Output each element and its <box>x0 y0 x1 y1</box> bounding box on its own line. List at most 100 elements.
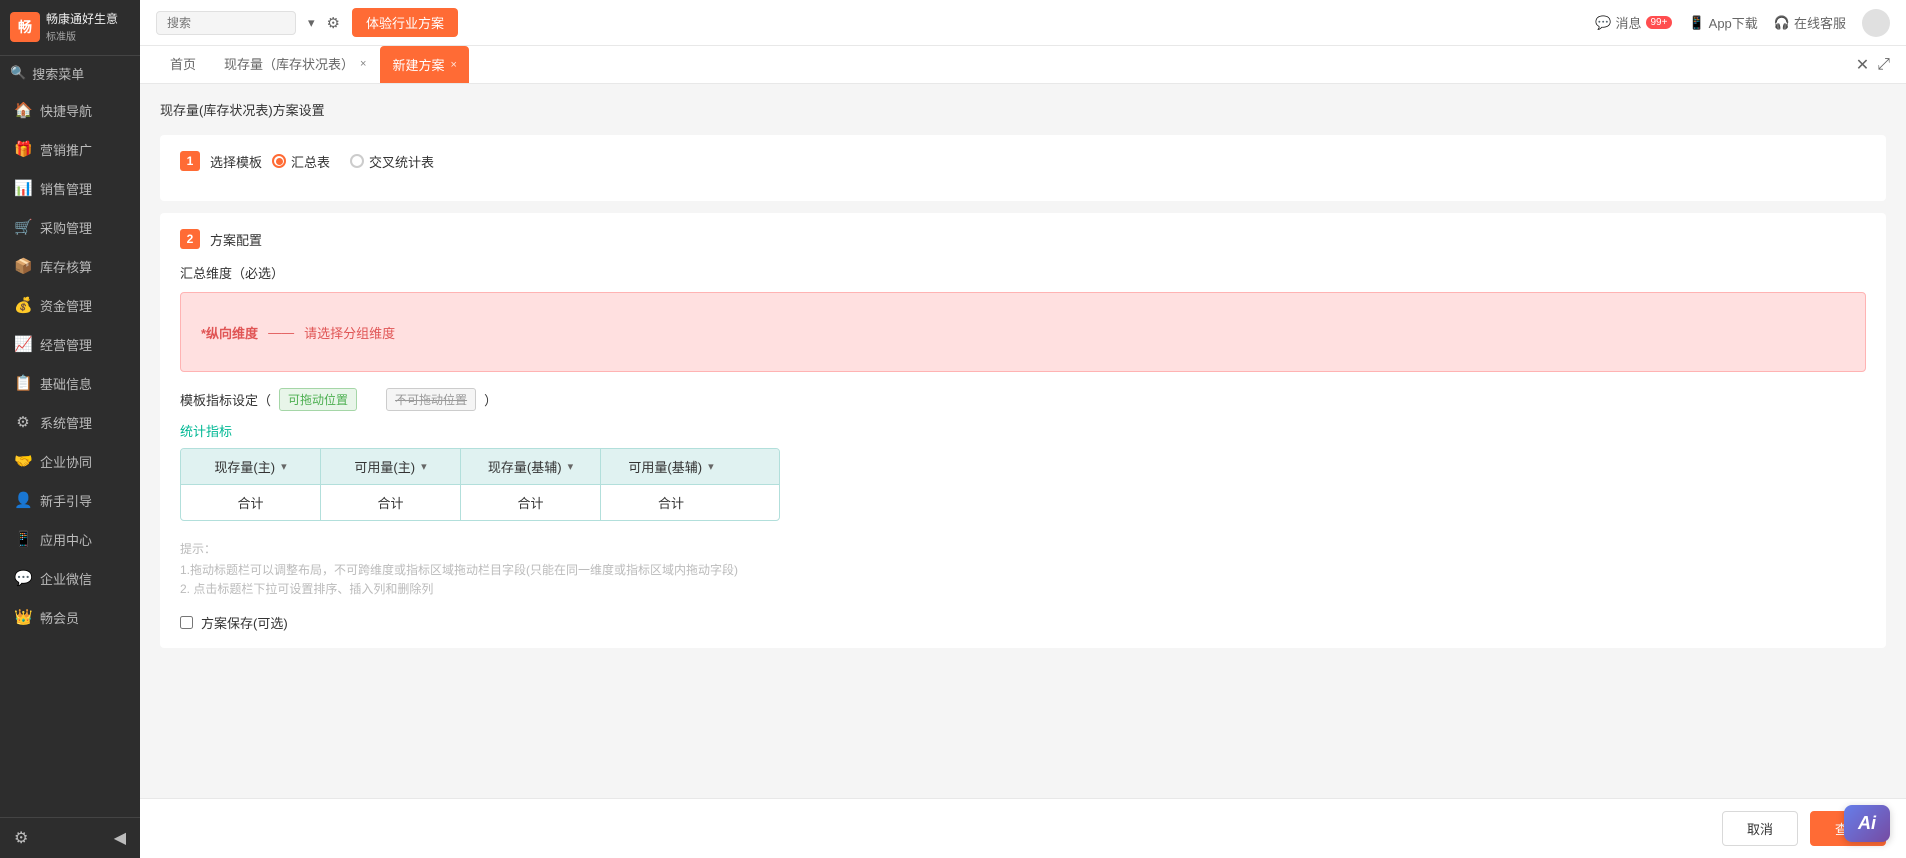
col4-chevron-icon: ▾ <box>708 460 714 473</box>
tab-close-button[interactable]: ✕ <box>1856 55 1869 75</box>
sidebar-item-inventory[interactable]: 📦 库存核算 <box>0 247 140 286</box>
chat-icon: 💬 <box>14 569 32 587</box>
step1-number: 1 <box>180 151 200 171</box>
sidebar-item-purchase[interactable]: 🛒 采购管理 <box>0 208 140 247</box>
sidebar-item-quick-nav[interactable]: 🏠 快捷导航 <box>0 91 140 130</box>
topbar-dropdown-button[interactable]: ▾ <box>308 15 315 31</box>
stats-cell-1-1: 合计 <box>181 485 321 520</box>
tab-new-scheme[interactable]: 新建方案 × <box>380 46 468 83</box>
stats-col-header-4[interactable]: 可用量(基辅) ▾ <box>601 449 741 484</box>
mobile-icon: 📱 <box>1688 15 1704 31</box>
message-icon: 💬 <box>1595 15 1611 31</box>
chart-icon: 📊 <box>14 179 32 197</box>
gift-icon: 🎁 <box>14 140 32 158</box>
sidebar-search[interactable]: 🔍 搜索菜单 <box>0 56 140 91</box>
col4-label: 可用量(基辅) <box>628 457 702 476</box>
tab-bar: 首页 现存量（库存状况表） × 新建方案 × ✕ ⤢ <box>140 46 1906 84</box>
app-download-button[interactable]: 📱 App下载 <box>1688 13 1757 32</box>
indicator-separator <box>365 390 378 409</box>
col3-chevron-icon: ▾ <box>568 460 574 473</box>
stats-cell-1-4: 合计 <box>601 485 741 520</box>
radio-cross-table[interactable]: 交叉统计表 <box>350 152 434 171</box>
radio-summary-table[interactable]: 汇总表 <box>272 152 330 171</box>
non-draggable-label: 不可拖动位置 <box>395 391 467 408</box>
sidebar-item-sales[interactable]: 📊 销售管理 <box>0 169 140 208</box>
service-label: 在线客服 <box>1794 13 1846 32</box>
phone-icon: 📱 <box>14 530 32 548</box>
radio-summary-label: 汇总表 <box>291 152 330 171</box>
tip-1: 1.拖动标题栏可以调整布局，不可跨维度或指标区域拖动栏目字段(只能在同一维度或指… <box>180 561 1866 578</box>
tab-home[interactable]: 首页 <box>156 46 210 83</box>
draggable-position-tag: 可拖动位置 <box>279 388 357 411</box>
online-service-button[interactable]: 🎧 在线客服 <box>1774 13 1846 32</box>
non-draggable-position-tag: 不可拖动位置 <box>386 388 476 411</box>
sidebar-label-enterprise-wechat: 企业微信 <box>40 569 92 588</box>
tips-section: 提示： 1.拖动标题栏可以调整布局，不可跨维度或指标区域拖动栏目字段(只能在同一… <box>180 540 1866 597</box>
app-name-block: 畅康通好生意 标准版 <box>46 12 118 43</box>
home-icon: 🏠 <box>14 101 32 119</box>
template-radio-group: 汇总表 交叉统计表 <box>272 152 434 171</box>
stats-col-header-3[interactable]: 现存量(基辅) ▾ <box>461 449 601 484</box>
step2-header: 2 方案配置 <box>180 229 1866 249</box>
sidebar-item-vip[interactable]: 👑 畅会员 <box>0 598 140 637</box>
clipboard-icon: 📋 <box>14 374 32 392</box>
sidebar-item-marketing[interactable]: 🎁 营销推广 <box>0 130 140 169</box>
sidebar-item-enterprise-wechat[interactable]: 💬 企业微信 <box>0 559 140 598</box>
sidebar-item-app-center[interactable]: 📱 应用中心 <box>0 520 140 559</box>
app-edition: 标准版 <box>46 28 118 43</box>
tab-new-scheme-label: 新建方案 <box>392 55 444 74</box>
col2-label: 可用量(主) <box>354 457 415 476</box>
topbar-search-input[interactable] <box>156 11 296 35</box>
step2-number: 2 <box>180 229 200 249</box>
cart-icon: 🛒 <box>14 218 32 236</box>
tab-inventory-status[interactable]: 现存量（库存状况表） × <box>210 46 380 83</box>
radio-cross-dot <box>350 154 364 168</box>
sidebar-item-cooperation[interactable]: 🤝 企业协同 <box>0 442 140 481</box>
sidebar-item-operations[interactable]: 📈 经营管理 <box>0 325 140 364</box>
radio-cross-label: 交叉统计表 <box>369 152 434 171</box>
dimension-drop-area[interactable]: *纵向维度 —— 请选择分组维度 <box>180 292 1866 372</box>
stats-table: 现存量(主) ▾ 可用量(主) ▾ 现存量(基辅) ▾ 可用量(基辅) <box>180 448 780 521</box>
tab-inventory-close-icon[interactable]: × <box>360 58 366 70</box>
step1-section: 1 选择模板 汇总表 交叉统计表 <box>160 135 1886 201</box>
sidebar: 畅 畅康通好生意 标准版 🔍 搜索菜单 🏠 快捷导航 🎁 营销推广 📊 销售管理… <box>0 0 140 858</box>
sidebar-item-basic-info[interactable]: 📋 基础信息 <box>0 364 140 403</box>
save-scheme-label: 方案保存(可选) <box>201 613 288 632</box>
handshake-icon: 🤝 <box>14 452 32 470</box>
trial-industry-button[interactable]: 体验行业方案 <box>352 8 458 37</box>
sidebar-item-system[interactable]: ⚙ 系统管理 <box>0 403 140 442</box>
topbar-gear-icon[interactable]: ⚙ <box>327 14 340 32</box>
step1-title: 选择模板 <box>210 152 262 171</box>
ai-badge[interactable]: Ai <box>1844 805 1890 842</box>
tips-title: 提示： <box>180 540 1866 557</box>
sidebar-item-newcomer[interactable]: 👤 新手引导 <box>0 481 140 520</box>
search-icon: 🔍 <box>10 65 26 81</box>
settings-icon[interactable]: ⚙ <box>14 828 28 848</box>
dimension-placeholder: *纵向维度 —— 请选择分组维度 <box>201 323 395 342</box>
page-content: 现存量(库存状况表)方案设置 1 选择模板 汇总表 交叉统计表 <box>140 84 1906 798</box>
sidebar-label-newcomer: 新手引导 <box>40 491 92 510</box>
stats-section-label: 统计指标 <box>180 421 1866 440</box>
indicator-settings-row: 模板指标设定（ 可拖动位置 不可拖动位置 ） <box>180 388 1866 411</box>
tab-new-scheme-close-icon[interactable]: × <box>450 59 456 71</box>
person-icon: 👤 <box>14 491 32 509</box>
message-label: 消息 <box>1615 13 1641 32</box>
sidebar-nav: 🏠 快捷导航 🎁 营销推广 📊 销售管理 🛒 采购管理 📦 库存核算 💰 资金管… <box>0 91 140 817</box>
gear-icon: ⚙ <box>14 413 32 431</box>
sidebar-label-app-center: 应用中心 <box>40 530 92 549</box>
message-badge: 99+ <box>1646 16 1673 29</box>
stats-col-header-2[interactable]: 可用量(主) ▾ <box>321 449 461 484</box>
save-scheme-checkbox[interactable] <box>180 616 193 629</box>
message-button[interactable]: 💬 消息 99+ <box>1595 13 1672 32</box>
cancel-button[interactable]: 取消 <box>1722 811 1798 846</box>
trend-icon: 📈 <box>14 335 32 353</box>
sidebar-item-finance[interactable]: 💰 资金管理 <box>0 286 140 325</box>
stats-col-header-1[interactable]: 现存量(主) ▾ <box>181 449 321 484</box>
collapse-icon[interactable]: ◀ <box>114 828 126 848</box>
stats-table-header: 现存量(主) ▾ 可用量(主) ▾ 现存量(基辅) ▾ 可用量(基辅) <box>181 449 779 484</box>
step1-header: 1 选择模板 汇总表 交叉统计表 <box>180 151 1866 171</box>
tab-expand-button[interactable]: ⤢ <box>1877 55 1890 75</box>
dimension-section-label: 汇总维度（必选） <box>180 263 1866 282</box>
tab-home-label: 首页 <box>170 54 196 73</box>
user-avatar[interactable] <box>1862 9 1890 37</box>
